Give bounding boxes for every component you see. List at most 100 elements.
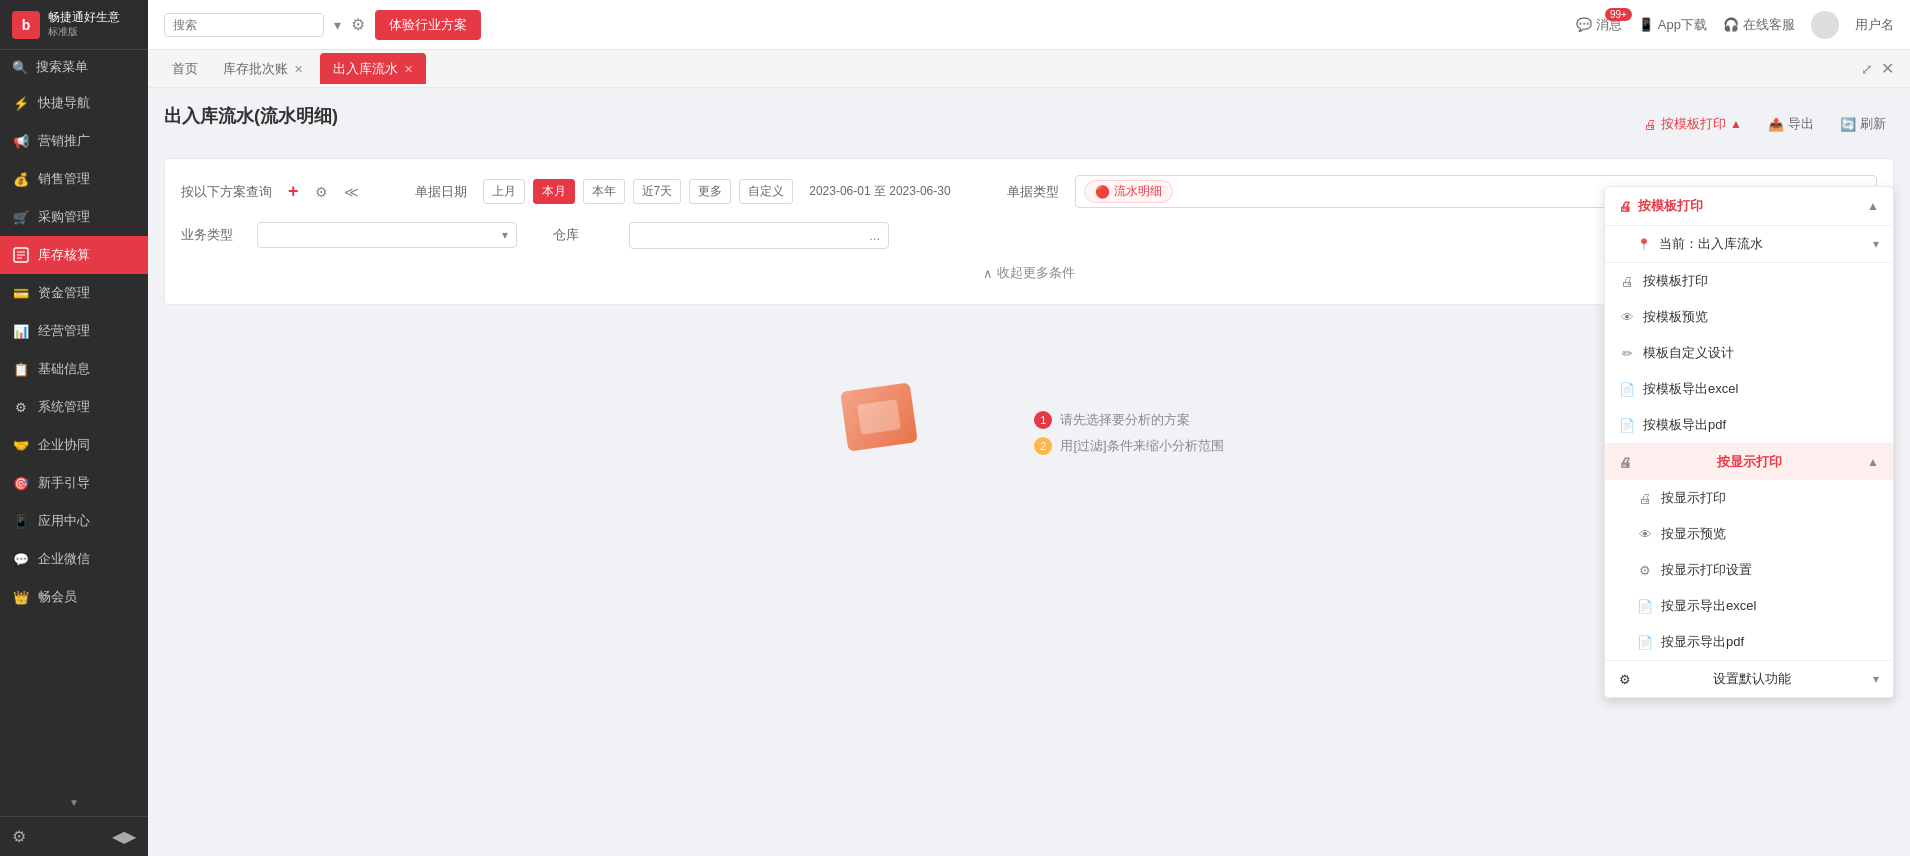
app-download-btn[interactable]: 📱 App下载 xyxy=(1638,16,1707,34)
filter-settings-icon[interactable]: ⚙ xyxy=(315,184,328,200)
refresh-icon: 🔄 xyxy=(1840,117,1856,132)
dropdown-display-preview[interactable]: 👁 按显示预览 xyxy=(1605,516,1893,552)
sidebar-item-system[interactable]: ⚙ 系统管理 xyxy=(0,388,148,426)
tab-inventory-flow-close[interactable]: ✕ xyxy=(404,63,413,76)
online-service-btn[interactable]: 🎧 在线客服 xyxy=(1723,16,1795,34)
sidebar-item-corp[interactable]: 🤝 企业协同 xyxy=(0,426,148,464)
sidebar-footer: ⚙ ◀▶ xyxy=(0,816,148,856)
page-content: 出入库流水(流水明细) 🖨 按模板打印 ▲ 📤 导出 🔄 刷新 xyxy=(148,88,1910,856)
dropdown-collapse-arrow[interactable]: ▲ xyxy=(1867,199,1879,213)
dropdown-template-pdf[interactable]: 📄 按模板导出pdf xyxy=(1605,407,1893,443)
biz-type-select[interactable]: ▾ xyxy=(257,222,517,248)
sidebar-item-label: 资金管理 xyxy=(38,284,90,302)
tab-inventory-flow-label: 出入库流水 xyxy=(333,60,398,78)
industry-btn[interactable]: 体验行业方案 xyxy=(375,10,481,40)
collapse-up-icon: ∧ xyxy=(983,266,993,281)
sidebar-item-label: 库存核算 xyxy=(38,246,90,264)
user-avatar[interactable] xyxy=(1811,11,1839,39)
dropdown-header: 🖨 按模板打印 ▲ xyxy=(1605,187,1893,226)
export-btn[interactable]: 📤 导出 xyxy=(1760,111,1822,137)
topbar-dropdown-arrow[interactable]: ▾ xyxy=(334,17,341,33)
warehouse-select[interactable]: ... xyxy=(629,222,889,249)
sidebar-item-sales[interactable]: 💰 销售管理 xyxy=(0,160,148,198)
dropdown-display-section[interactable]: 🖨 按显示打印 ▲ xyxy=(1605,444,1893,480)
sidebar-item-basic[interactable]: 📋 基础信息 xyxy=(0,350,148,388)
message-btn[interactable]: 💬 消息 99+ xyxy=(1576,16,1622,34)
tabs-close-icon[interactable]: ✕ xyxy=(1881,59,1894,78)
scroll-down-arrow[interactable]: ▼ xyxy=(65,793,83,812)
display-pdf-icon: 📄 xyxy=(1637,634,1653,650)
sidebar-item-operations[interactable]: 📊 经营管理 xyxy=(0,312,148,350)
date-more[interactable]: 更多 xyxy=(689,179,731,204)
dropdown-current[interactable]: 📍 当前：出入库流水 ▾ xyxy=(1605,226,1893,262)
tabs-resize-icon[interactable]: ⤢ xyxy=(1861,61,1873,77)
display-section-icon: 🖨 xyxy=(1619,455,1632,470)
logo-icon: b xyxy=(12,11,40,39)
sidebar-item-finance[interactable]: 💳 资金管理 xyxy=(0,274,148,312)
date-label: 单据日期 xyxy=(415,183,475,201)
main-area: ▾ ⚙ 体验行业方案 💬 消息 99+ 📱 App下载 🎧 在线客服 用户名 首… xyxy=(148,0,1910,856)
step2-label: 用[过滤]条件来缩小分析范围 xyxy=(1060,437,1223,455)
sidebar-item-guide[interactable]: 🎯 新手引导 xyxy=(0,464,148,502)
sidebar-item-label: 系统管理 xyxy=(38,398,90,416)
display-preview-text: 按显示预览 xyxy=(1661,525,1726,543)
sidebar-item-apps[interactable]: 📱 应用中心 xyxy=(0,502,148,540)
sales-icon: 💰 xyxy=(12,170,30,188)
vip-icon: 👑 xyxy=(12,588,30,606)
marketing-icon: 📢 xyxy=(12,132,30,150)
tab-inventory-flow[interactable]: 出入库流水 ✕ xyxy=(320,53,426,84)
refresh-btn[interactable]: 🔄 刷新 xyxy=(1832,111,1894,137)
dropdown-display-pdf[interactable]: 📄 按显示导出pdf xyxy=(1605,624,1893,660)
topbar: ▾ ⚙ 体验行业方案 💬 消息 99+ 📱 App下载 🎧 在线客服 用户名 xyxy=(148,0,1910,50)
template-preview-text: 按模板预览 xyxy=(1643,308,1708,326)
dropdown-display-print[interactable]: 🖨 按显示打印 xyxy=(1605,480,1893,516)
template-print-btn[interactable]: 🖨 按模板打印 ▲ xyxy=(1636,111,1750,137)
warehouse-label: 仓库 xyxy=(553,226,613,244)
collapse-icon[interactable]: ◀▶ xyxy=(112,827,136,846)
message-icon: 💬 xyxy=(1576,17,1592,32)
headset-icon: 🎧 xyxy=(1723,17,1739,32)
topbar-gear-icon[interactable]: ⚙ xyxy=(351,15,365,34)
biz-type-arrow: ▾ xyxy=(502,228,508,242)
export-label: 导出 xyxy=(1788,115,1814,133)
search-menu-label: 搜索菜单 xyxy=(36,58,88,76)
dropdown-footer-label: 设置默认功能 xyxy=(1713,670,1791,688)
dropdown-template-excel[interactable]: 📄 按模板导出excel xyxy=(1605,371,1893,407)
date-last-month[interactable]: 上月 xyxy=(483,179,525,204)
settings-icon[interactable]: ⚙ xyxy=(12,827,26,846)
tab-inventory-batch-close[interactable]: ✕ xyxy=(294,63,303,76)
display-excel-text: 按显示导出excel xyxy=(1661,597,1756,615)
tab-inventory-batch[interactable]: 库存批次账 ✕ xyxy=(210,53,316,84)
sidebar-item-vip[interactable]: 👑 畅会员 xyxy=(0,578,148,616)
dropdown-template-print[interactable]: 🖨 按模板打印 xyxy=(1605,263,1893,299)
purchase-icon: 🛒 xyxy=(12,208,30,226)
sidebar-item-purchase[interactable]: 🛒 采购管理 xyxy=(0,198,148,236)
topbar-search-input[interactable] xyxy=(164,13,324,37)
inventory-icon xyxy=(12,246,30,264)
username[interactable]: 用户名 xyxy=(1855,16,1894,34)
sidebar-item-quick-nav[interactable]: ⚡ 快捷导航 xyxy=(0,84,148,122)
flow-type-tag-label: 流水明细 xyxy=(1114,183,1162,200)
dropdown-display-print-settings[interactable]: ⚙ 按显示打印设置 xyxy=(1605,552,1893,588)
doc-type-label: 单据类型 xyxy=(1007,183,1067,201)
sidebar-item-marketing[interactable]: 📢 营销推广 xyxy=(0,122,148,160)
filter-collapse-icon[interactable]: ≪ xyxy=(344,184,359,200)
sidebar-item-inventory[interactable]: 库存核算 xyxy=(0,236,148,274)
empty-step-2: 2 用[过滤]条件来缩小分析范围 xyxy=(1034,437,1223,455)
date-7days[interactable]: 近7天 xyxy=(633,179,682,204)
dropdown-display-excel[interactable]: 📄 按显示导出excel xyxy=(1605,588,1893,624)
dropdown-template-preview[interactable]: 👁 按模板预览 xyxy=(1605,299,1893,335)
dropdown-template-custom[interactable]: ✏ 模板自定义设计 xyxy=(1605,335,1893,371)
dropdown-footer[interactable]: ⚙ 设置默认功能 ▾ xyxy=(1605,661,1893,697)
app-label: App下载 xyxy=(1658,16,1707,34)
date-this-year[interactable]: 本年 xyxy=(583,179,625,204)
search-menu[interactable]: 🔍 搜索菜单 xyxy=(0,50,148,84)
template-print-text: 按模板打印 xyxy=(1643,272,1708,290)
tab-home[interactable]: 首页 xyxy=(164,54,206,84)
date-this-month[interactable]: 本月 xyxy=(533,179,575,204)
filter-add-btn[interactable]: + xyxy=(288,181,299,202)
date-range-display: 2023-06-01 至 2023-06-30 xyxy=(809,183,950,200)
print-dropdown-arrow[interactable]: ▲ xyxy=(1730,117,1742,131)
sidebar-item-wechat[interactable]: 💬 企业微信 xyxy=(0,540,148,578)
date-custom[interactable]: 自定义 xyxy=(739,179,793,204)
